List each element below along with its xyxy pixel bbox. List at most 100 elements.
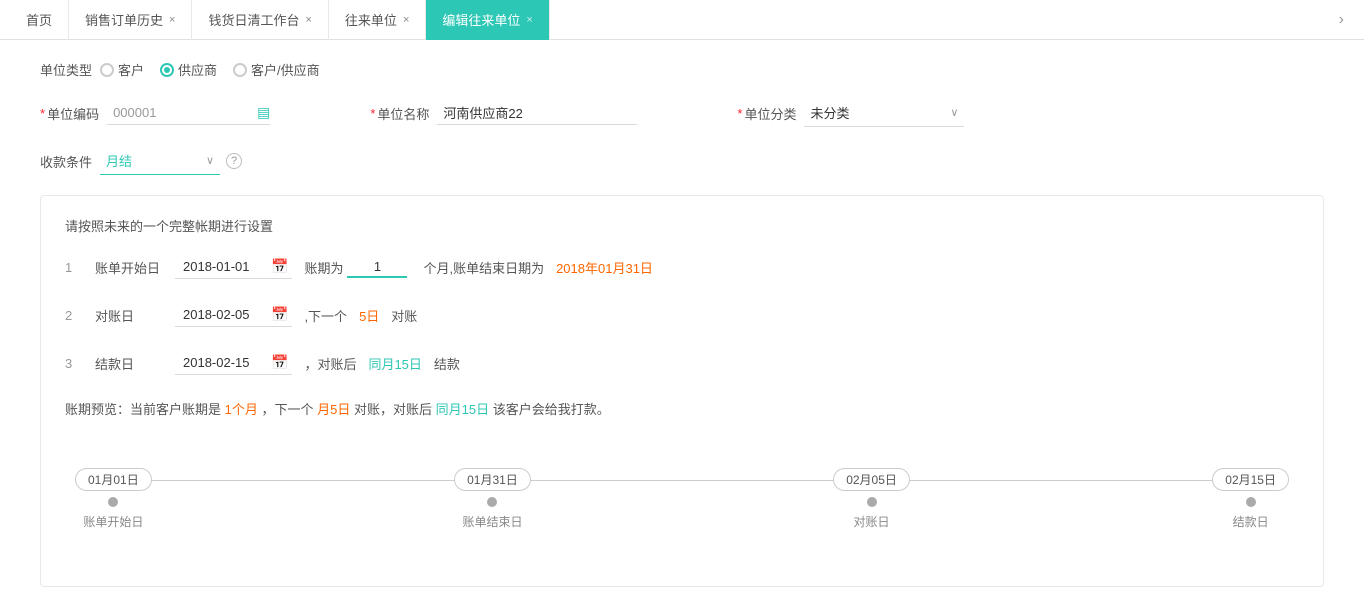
timeline-dot-4: [1246, 497, 1256, 507]
unit-type-group: 单位类型 客户 供应商 客户/供应商: [40, 60, 320, 79]
row-1-end-date: 2018年01月31日: [556, 258, 653, 277]
radio-customer-circle: [100, 63, 114, 77]
payment-dropdown[interactable]: 月结 ∨: [100, 147, 220, 175]
unit-class-group: * 单位分类 未分类 ∨: [737, 99, 964, 127]
timeline-label-1: 账单开始日: [83, 513, 143, 530]
unit-name-label: 单位名称: [377, 104, 429, 123]
start-date-row: 1 账单开始日 📅 账期为 个月,账单结束日期为 2018年01月31日: [65, 255, 1299, 279]
row-1-label: 账单开始日: [95, 258, 175, 277]
unit-class-dropdown[interactable]: 未分类 ∨: [804, 99, 964, 127]
tab-cash-work-close[interactable]: ×: [305, 14, 311, 26]
reconcile-date-input-wrap: 📅: [175, 303, 292, 327]
row-1-desc-before: 账期为: [304, 258, 343, 277]
unit-code-input[interactable]: [107, 101, 257, 124]
start-date-input-wrap: 📅: [175, 255, 292, 279]
unit-code-icon[interactable]: ▤: [257, 104, 270, 121]
settlement-date-cal-icon[interactable]: 📅: [271, 354, 288, 371]
tab-edit-partner[interactable]: 编辑往来单位 ×: [426, 0, 549, 40]
preview-1m: 1个月: [225, 402, 258, 417]
unit-name-input[interactable]: [437, 101, 637, 125]
timeline-dot-2: [487, 497, 497, 507]
unit-info-row: * 单位编码 ▤ * 单位名称 * 单位分类 未分类 ∨: [40, 99, 1324, 127]
row-2-desc-after: 对账: [391, 306, 417, 325]
timeline-label-3: 对账日: [854, 513, 890, 530]
payment-group: 收款条件 月结 ∨ ?: [40, 147, 242, 175]
settlement-date-input[interactable]: [179, 353, 269, 372]
preview-label: 账期预览：当前客户账期是: [65, 402, 221, 417]
unit-class-arrow: ∨: [950, 106, 958, 119]
radio-supplier-label: 供应商: [178, 60, 217, 79]
radio-supplier[interactable]: 供应商: [160, 60, 217, 79]
payment-row: 收款条件 月结 ∨ ?: [40, 147, 1324, 175]
tab-sales-history[interactable]: 销售订单历史 ×: [69, 0, 192, 40]
row-3-desc-before: ，对账后: [304, 354, 356, 373]
tab-home-label: 首页: [26, 10, 52, 29]
period-input[interactable]: [347, 257, 407, 278]
row-3-label: 结款日: [95, 354, 175, 373]
unit-code-label: 单位编码: [47, 104, 99, 123]
timeline-dot-1: [108, 497, 118, 507]
preview-5th: 月5日: [317, 402, 350, 417]
timeline-dot-3: [867, 497, 877, 507]
unit-code-star: *: [40, 106, 45, 121]
unit-type-label: 单位类型: [40, 60, 92, 79]
settings-section: 请按照未来的一个完整帐期进行设置 1 账单开始日 📅 账期为 个月,账单结束日期…: [40, 195, 1324, 587]
settlement-date-input-wrap: 📅: [175, 351, 292, 375]
tab-sales-history-label: 销售订单历史: [85, 10, 163, 29]
preview-15th: 同月15日: [436, 402, 489, 417]
timeline-section: 01月01日 账单开始日 01月31日 账单结束日 02月05日 对账日: [65, 438, 1299, 570]
tab-home[interactable]: 首页: [10, 0, 69, 40]
section-instruction: 请按照未来的一个完整帐期进行设置: [65, 216, 1299, 235]
row-2-num: 2: [65, 308, 95, 323]
unit-name-star: *: [370, 106, 375, 121]
reconcile-date-input[interactable]: [179, 305, 269, 324]
main-content: 单位类型 客户 供应商 客户/供应商 * 单位编码: [0, 40, 1364, 608]
preview-sep2: 对账，对账后: [354, 402, 432, 417]
payment-help-icon[interactable]: ?: [226, 153, 242, 169]
row-1-num: 1: [65, 260, 95, 275]
radio-supplier-circle: [160, 63, 174, 77]
reconcile-date-row: 2 对账日 📅 ,下一个 5日 对账: [65, 303, 1299, 327]
row-2-5th: 5日: [359, 306, 379, 325]
start-date-cal-icon[interactable]: 📅: [271, 258, 288, 275]
tab-partner[interactable]: 往来单位 ×: [329, 0, 426, 40]
timeline-tag-1: 01月01日: [75, 468, 152, 491]
radio-customer-label: 客户: [118, 60, 144, 79]
unit-type-radio-group: 客户 供应商 客户/供应商: [100, 60, 320, 79]
preview-end: 该客户会给我打款。: [493, 402, 610, 417]
row-1-desc-after: 个月,账单结束日期为: [423, 258, 544, 277]
radio-both-circle: [233, 63, 247, 77]
timeline-node-2: 01月31日 账单结束日: [454, 468, 531, 530]
payment-value: 月结: [106, 151, 202, 170]
timeline-label-4: 结款日: [1233, 513, 1269, 530]
tab-partner-label: 往来单位: [345, 10, 397, 29]
tab-more-button[interactable]: ›: [1329, 11, 1354, 29]
row-3-num: 3: [65, 356, 95, 371]
tab-sales-history-close[interactable]: ×: [169, 14, 175, 26]
tab-edit-partner-close[interactable]: ×: [526, 14, 532, 26]
timeline-node-4: 02月15日 结款日: [1212, 468, 1289, 530]
tab-bar: 首页 销售订单历史 × 钱货日清工作台 × 往来单位 × 编辑往来单位 × ›: [0, 0, 1364, 40]
payment-label: 收款条件: [40, 152, 92, 171]
tab-cash-work[interactable]: 钱货日清工作台 ×: [192, 0, 328, 40]
timeline-label-2: 账单结束日: [462, 513, 522, 530]
tab-cash-work-label: 钱货日清工作台: [208, 10, 299, 29]
timeline-node-3: 02月05日 对账日: [833, 468, 910, 530]
unit-name-group: * 单位名称: [370, 101, 637, 125]
radio-both[interactable]: 客户/供应商: [233, 60, 320, 79]
tab-partner-close[interactable]: ×: [403, 14, 409, 26]
settlement-date-row: 3 结款日 📅 ，对账后 同月15日 结款: [65, 351, 1299, 375]
row-2-desc-before: ,下一个: [304, 306, 347, 325]
row-3-15th: 同月15日: [368, 354, 421, 373]
preview-sep1: ，下一个: [262, 402, 314, 417]
row-2-label: 对账日: [95, 306, 175, 325]
reconcile-date-cal-icon[interactable]: 📅: [271, 306, 288, 323]
preview-section: 账期预览：当前客户账期是 1个月 ，下一个 月5日 对账，对账后 同月15日 该…: [65, 399, 1299, 418]
tab-edit-partner-label: 编辑往来单位: [442, 10, 520, 29]
start-date-input[interactable]: [179, 257, 269, 276]
timeline-tag-4: 02月15日: [1212, 468, 1289, 491]
unit-type-row: 单位类型 客户 供应商 客户/供应商: [40, 60, 1324, 79]
timeline-tag-2: 01月31日: [454, 468, 531, 491]
unit-class-star: *: [737, 106, 742, 121]
radio-customer[interactable]: 客户: [100, 60, 144, 79]
